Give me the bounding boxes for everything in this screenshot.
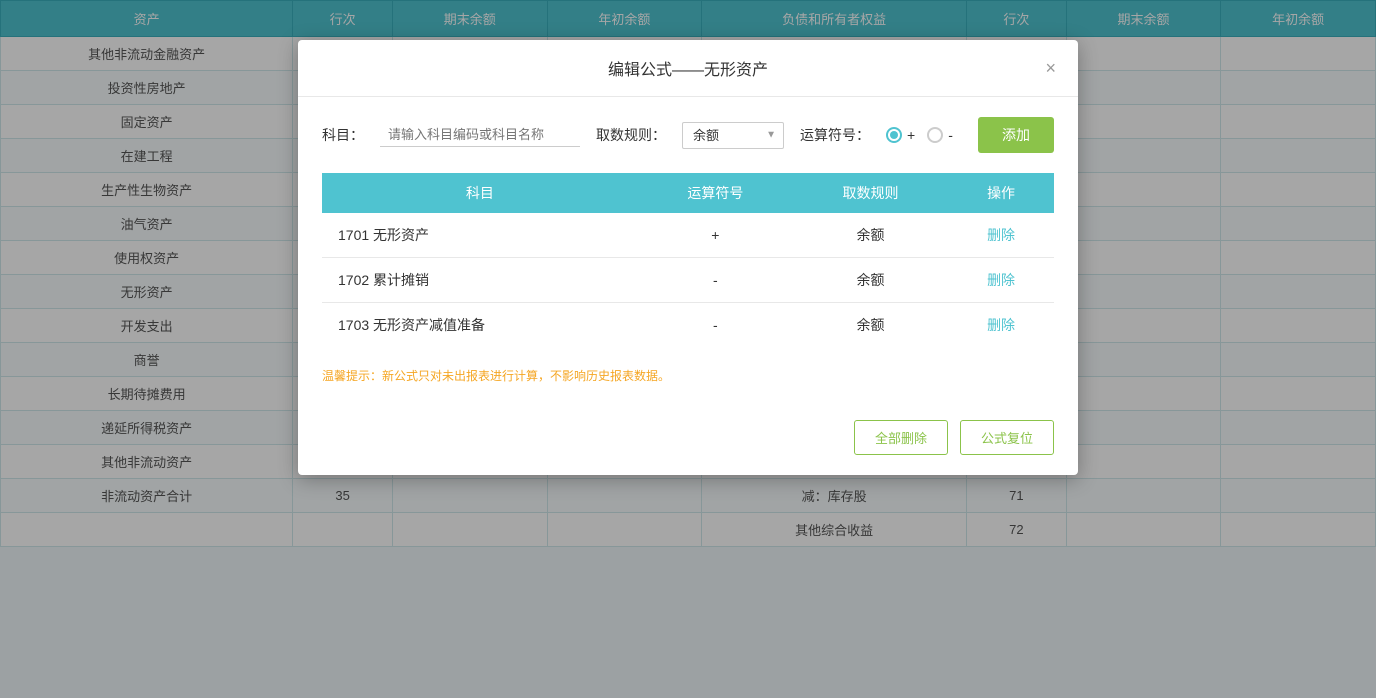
table-row: 1702 累计摊销-余额 删除 — [322, 258, 1054, 303]
formula-operator: - — [638, 258, 793, 303]
modal-header: 编辑公式——无形资产 × — [298, 40, 1078, 97]
modal-body: 科目： 取数规则： 余额 借方发生额 贷方发生额 ▼ 运算符号： — [298, 97, 1078, 420]
modal-backdrop: 编辑公式——无形资产 × 科目： 取数规则： 余额 借方发生额 贷方发生额 — [0, 0, 1376, 698]
form-row: 科目： 取数规则： 余额 借方发生额 贷方发生额 ▼ 运算符号： — [322, 117, 1054, 153]
delete-all-button[interactable]: 全部删除 — [854, 420, 948, 455]
formula-subject: 1703 无形资产减值准备 — [322, 303, 638, 348]
formula-operator: + — [638, 213, 793, 258]
modal-dialog: 编辑公式——无形资产 × 科目： 取数规则： 余额 借方发生额 贷方发生额 — [298, 40, 1078, 475]
table-row: 1703 无形资产减值准备-余额 删除 — [322, 303, 1054, 348]
formula-table: 科目 运算符号 取数规则 操作 1701 无形资产+余额删除1702 累计摊销-… — [322, 173, 1054, 347]
subject-label: 科目： — [322, 125, 364, 145]
formula-subject: 1701 无形资产 — [322, 213, 638, 258]
subject-input[interactable] — [380, 123, 580, 147]
formula-action: 删除 — [948, 303, 1054, 348]
radio-plus-label: + — [907, 127, 915, 143]
formula-subject: 1702 累计摊销 — [322, 258, 638, 303]
table-header-operator: 运算符号 — [638, 173, 793, 213]
radio-minus[interactable]: - — [927, 127, 953, 143]
radio-plus-circle — [886, 127, 902, 143]
radio-plus[interactable]: + — [886, 127, 915, 143]
modal-title: 编辑公式——无形资产 — [608, 56, 768, 80]
formula-rule: 余额 — [793, 213, 948, 258]
modal-close-button[interactable]: × — [1039, 57, 1062, 79]
formula-rule: 余额 — [793, 303, 948, 348]
rule-select-wrapper: 余额 借方发生额 贷方发生额 ▼ — [682, 122, 784, 149]
table-row: 1701 无形资产+余额 删除 — [322, 213, 1054, 258]
formula-operator: - — [638, 303, 793, 348]
page-container: 资产 行次 期末余额 年初余额 负债和所有者权益 行次 期末余额 年初余额 其他… — [0, 0, 1376, 698]
radio-minus-label: - — [948, 127, 953, 143]
formula-action: 删除 — [948, 213, 1054, 258]
table-header-subject: 科目 — [322, 173, 638, 213]
table-header-action: 操作 — [948, 173, 1054, 213]
add-button[interactable]: 添加 — [978, 117, 1054, 153]
delete-row-button[interactable]: 删除 — [987, 272, 1015, 288]
table-header-rule: 取数规则 — [793, 173, 948, 213]
radio-minus-circle — [927, 127, 943, 143]
reset-formula-button[interactable]: 公式复位 — [960, 420, 1054, 455]
modal-footer: 全部删除 公式复位 — [298, 420, 1078, 475]
warning-text: 温馨提示：新公式只对未出报表进行计算，不影响历史报表数据。 — [322, 367, 1054, 384]
formula-action: 删除 — [948, 258, 1054, 303]
rule-label: 取数规则： — [596, 125, 666, 145]
delete-row-button[interactable]: 删除 — [987, 227, 1015, 243]
delete-row-button[interactable]: 删除 — [987, 317, 1015, 333]
rule-select[interactable]: 余额 借方发生额 贷方发生额 — [682, 122, 784, 149]
operator-label: 运算符号： — [800, 125, 870, 145]
formula-rule: 余额 — [793, 258, 948, 303]
operator-radio-group: + - — [886, 127, 953, 143]
